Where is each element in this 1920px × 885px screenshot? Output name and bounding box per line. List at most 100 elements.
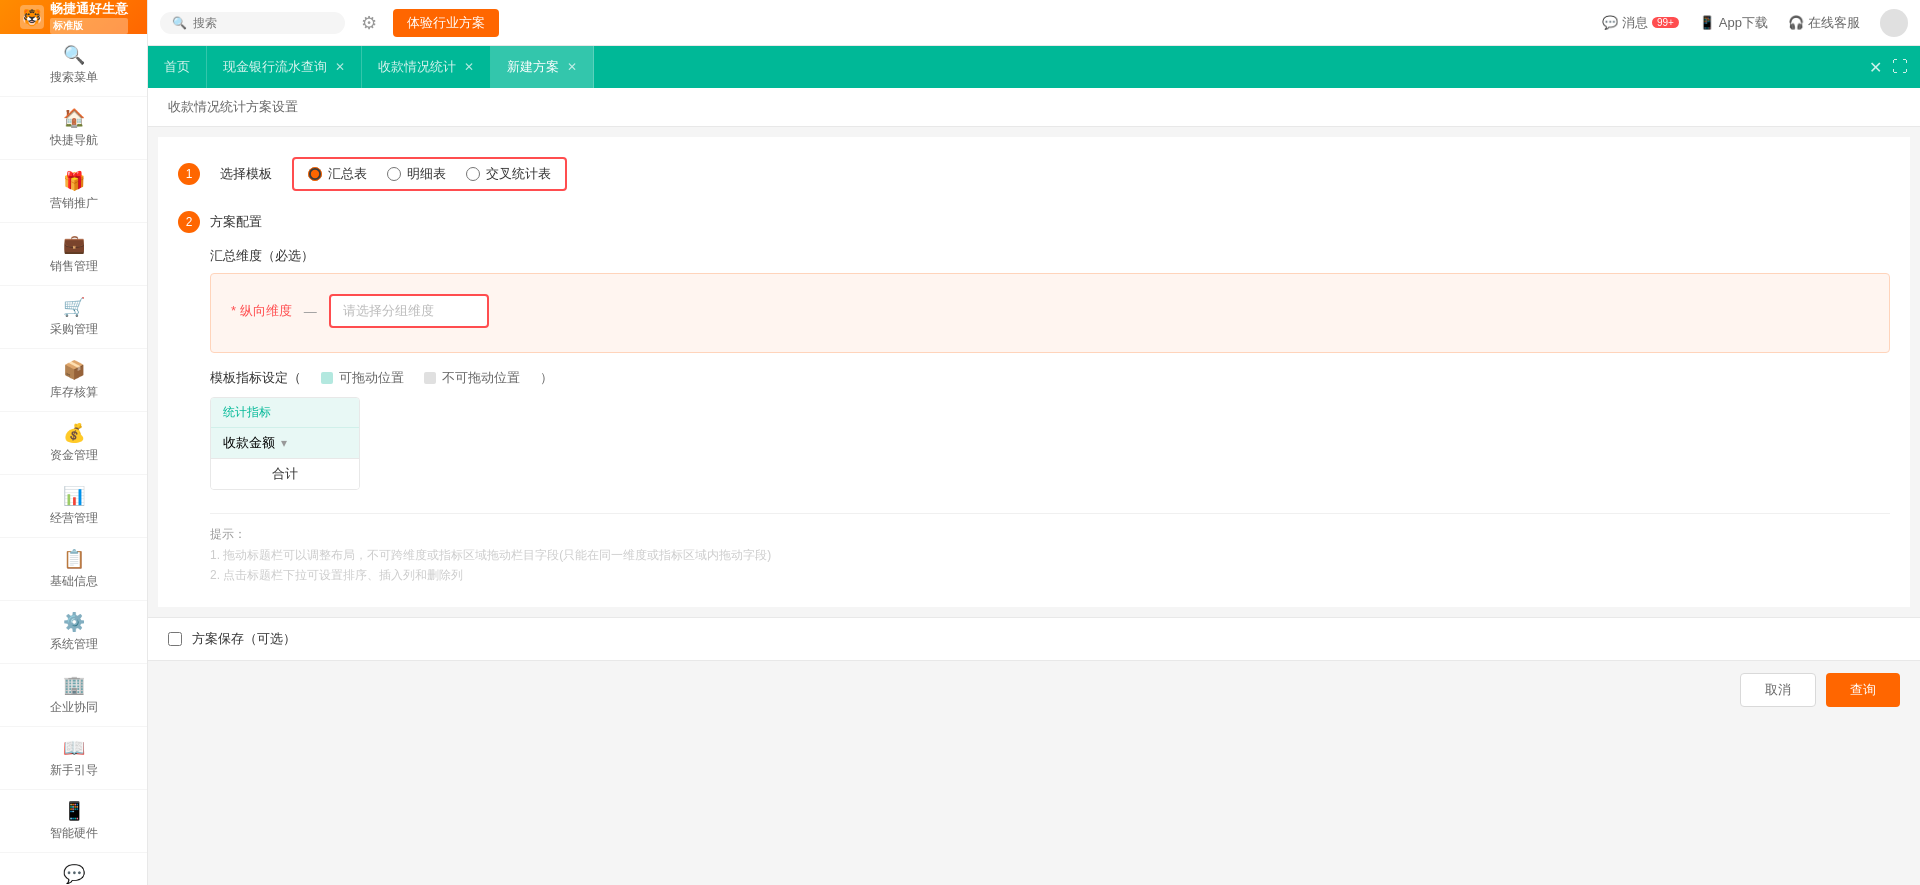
dimension-title: 汇总维度（必选） — [210, 247, 1890, 265]
step2-label: 方案配置 — [210, 213, 262, 231]
indicator-hint: 模板指标设定（ 可拖动位置 不可拖动位置 ） — [210, 369, 1890, 387]
dim-arrow: — — [304, 304, 317, 319]
main-area: 🔍 ⚙ 体验行业方案 💬 消息 99+ 📱 App下载 🎧 在线客服 首页 — [148, 0, 1920, 885]
sidebar-item-system[interactable]: ⚙️ 系统管理 — [0, 601, 147, 664]
indicator-table-row[interactable]: 收款金额 ▾ — [211, 427, 359, 458]
query-button[interactable]: 查询 — [1826, 673, 1900, 707]
sidebar-item-search[interactable]: 🔍 搜索菜单 — [0, 34, 147, 97]
clipboard-icon: 📋 — [63, 548, 85, 570]
sidebar-item-label: 新手引导 — [50, 762, 98, 779]
option-detail-label: 明细表 — [407, 165, 446, 183]
download-label: App下载 — [1719, 14, 1768, 32]
option-summary[interactable]: 汇总表 — [308, 165, 367, 183]
sidebar-item-marketing[interactable]: 🎁 营销推广 — [0, 160, 147, 223]
tab-label: 首页 — [164, 58, 190, 76]
tab-statistics[interactable]: 收款情况统计 ✕ — [362, 46, 491, 88]
tab-home[interactable]: 首页 — [148, 46, 207, 88]
radio-detail[interactable] — [387, 167, 401, 181]
topbar-right: 💬 消息 99+ 📱 App下载 🎧 在线客服 — [1602, 9, 1908, 37]
sidebar-item-finance[interactable]: 💰 资金管理 — [0, 412, 147, 475]
tab-close-icon[interactable]: ✕ — [567, 60, 577, 74]
sidebar-item-operations[interactable]: 📊 经营管理 — [0, 475, 147, 538]
option-detail[interactable]: 明细表 — [387, 165, 446, 183]
user-avatar[interactable] — [1880, 9, 1908, 37]
message-badge: 99+ — [1652, 17, 1679, 28]
message-icon: 💬 — [1602, 15, 1618, 30]
indicator-table: 统计指标 收款金额 ▾ 合计 — [210, 397, 360, 490]
building-icon: 🏢 — [63, 674, 85, 696]
sidebar-item-label: 搜索菜单 — [50, 69, 98, 86]
sidebar-item-enterprise[interactable]: 🏢 企业协同 — [0, 664, 147, 727]
sidebar-item-wechat[interactable]: 💬 企业微信 — [0, 853, 147, 885]
tab-cashflow[interactable]: 现金银行流水查询 ✕ — [207, 46, 362, 88]
tips-section: 提示： 1. 拖动标题栏可以调整布局，不可跨维度或指标区域拖动栏目字段(只能在同… — [210, 513, 1890, 584]
sidebar-item-inventory[interactable]: 📦 库存核算 — [0, 349, 147, 412]
search-menu-icon: 🔍 — [63, 44, 85, 66]
service-item[interactable]: 🎧 在线客服 — [1788, 14, 1860, 32]
save-checkbox[interactable] — [168, 632, 182, 646]
app-version: 标准版 — [50, 18, 128, 34]
tab-close-icon[interactable]: ✕ — [464, 60, 474, 74]
chart-icon: 📊 — [63, 485, 85, 507]
sidebar-item-label: 快捷导航 — [50, 132, 98, 149]
row-label: 收款金额 — [223, 434, 275, 452]
content-area: 收款情况统计方案设置 1 选择模板 汇总表 明细表 — [148, 88, 1920, 885]
page-header: 收款情况统计方案设置 — [148, 88, 1920, 127]
chat-icon: 💬 — [63, 863, 85, 885]
tab-actions: ✕ ⛶ — [1857, 46, 1920, 88]
draggable-hint: 可拖动位置 — [321, 369, 404, 387]
message-item[interactable]: 💬 消息 99+ — [1602, 14, 1679, 32]
dimension-area: * 纵向维度 — 请选择分组维度 — [210, 273, 1890, 353]
draggable-dot — [321, 372, 333, 384]
cancel-button[interactable]: 取消 — [1740, 673, 1816, 707]
radio-summary[interactable] — [308, 167, 322, 181]
close-paren: ） — [540, 369, 553, 387]
option-summary-label: 汇总表 — [328, 165, 367, 183]
briefcase-icon: 💼 — [63, 233, 85, 255]
search-input[interactable] — [193, 16, 333, 30]
tab-bar: 首页 现金银行流水查询 ✕ 收款情况统计 ✕ 新建方案 ✕ ✕ ⛶ — [148, 46, 1920, 88]
indicator-hint-label: 模板指标设定（ — [210, 369, 301, 387]
step1-badge: 1 — [178, 163, 200, 185]
tips-title: 提示： — [210, 526, 1890, 543]
sidebar-item-sales[interactable]: 💼 销售管理 — [0, 223, 147, 286]
search-box[interactable]: 🔍 — [160, 12, 345, 34]
indicator-table-cell: 合计 — [211, 458, 359, 489]
dropdown-icon[interactable]: ▾ — [281, 436, 287, 450]
sidebar-item-label: 基础信息 — [50, 573, 98, 590]
step1-label: 选择模板 — [220, 165, 272, 183]
phone-icon: 📱 — [63, 800, 85, 822]
settings-icon[interactable]: ⚙ — [361, 12, 377, 34]
cart-icon: 🛒 — [63, 296, 85, 318]
dimension-select[interactable]: 请选择分组维度 — [329, 294, 489, 328]
tab-new-plan[interactable]: 新建方案 ✕ — [491, 46, 594, 88]
tab-label: 现金银行流水查询 — [223, 58, 327, 76]
download-item[interactable]: 📱 App下载 — [1699, 14, 1768, 32]
sidebar-item-quicknav[interactable]: 🏠 快捷导航 — [0, 97, 147, 160]
sidebar-item-label: 企业协同 — [50, 699, 98, 716]
sidebar-item-label: 智能硬件 — [50, 825, 98, 842]
footer-actions: 取消 查询 — [148, 660, 1920, 719]
search-icon: 🔍 — [172, 16, 187, 30]
sidebar-item-basics[interactable]: 📋 基础信息 — [0, 538, 147, 601]
trial-button[interactable]: 体验行业方案 — [393, 9, 499, 37]
page-title: 收款情况统计方案设置 — [168, 99, 298, 114]
money-icon: 💰 — [63, 422, 85, 444]
book-icon: 📖 — [63, 737, 85, 759]
maximize-icon[interactable]: ⛶ — [1892, 58, 1908, 76]
non-draggable-label: 不可拖动位置 — [442, 369, 520, 387]
sidebar-item-hardware[interactable]: 📱 智能硬件 — [0, 790, 147, 853]
home-icon: 🏠 — [63, 107, 85, 129]
sidebar-item-label: 系统管理 — [50, 636, 98, 653]
option-cross[interactable]: 交叉统计表 — [466, 165, 551, 183]
sidebar-item-label: 营销推广 — [50, 195, 98, 212]
tab-close-icon[interactable]: ✕ — [335, 60, 345, 74]
sidebar-item-guide[interactable]: 📖 新手引导 — [0, 727, 147, 790]
sidebar-item-purchase[interactable]: 🛒 采购管理 — [0, 286, 147, 349]
step2-badge: 2 — [178, 211, 200, 233]
radio-cross[interactable] — [466, 167, 480, 181]
app-name: 畅捷通好生意 — [50, 0, 128, 18]
logo: 🐯 畅捷通好生意 标准版 — [0, 0, 147, 34]
download-icon: 📱 — [1699, 15, 1715, 30]
close-window-icon[interactable]: ✕ — [1869, 58, 1882, 77]
